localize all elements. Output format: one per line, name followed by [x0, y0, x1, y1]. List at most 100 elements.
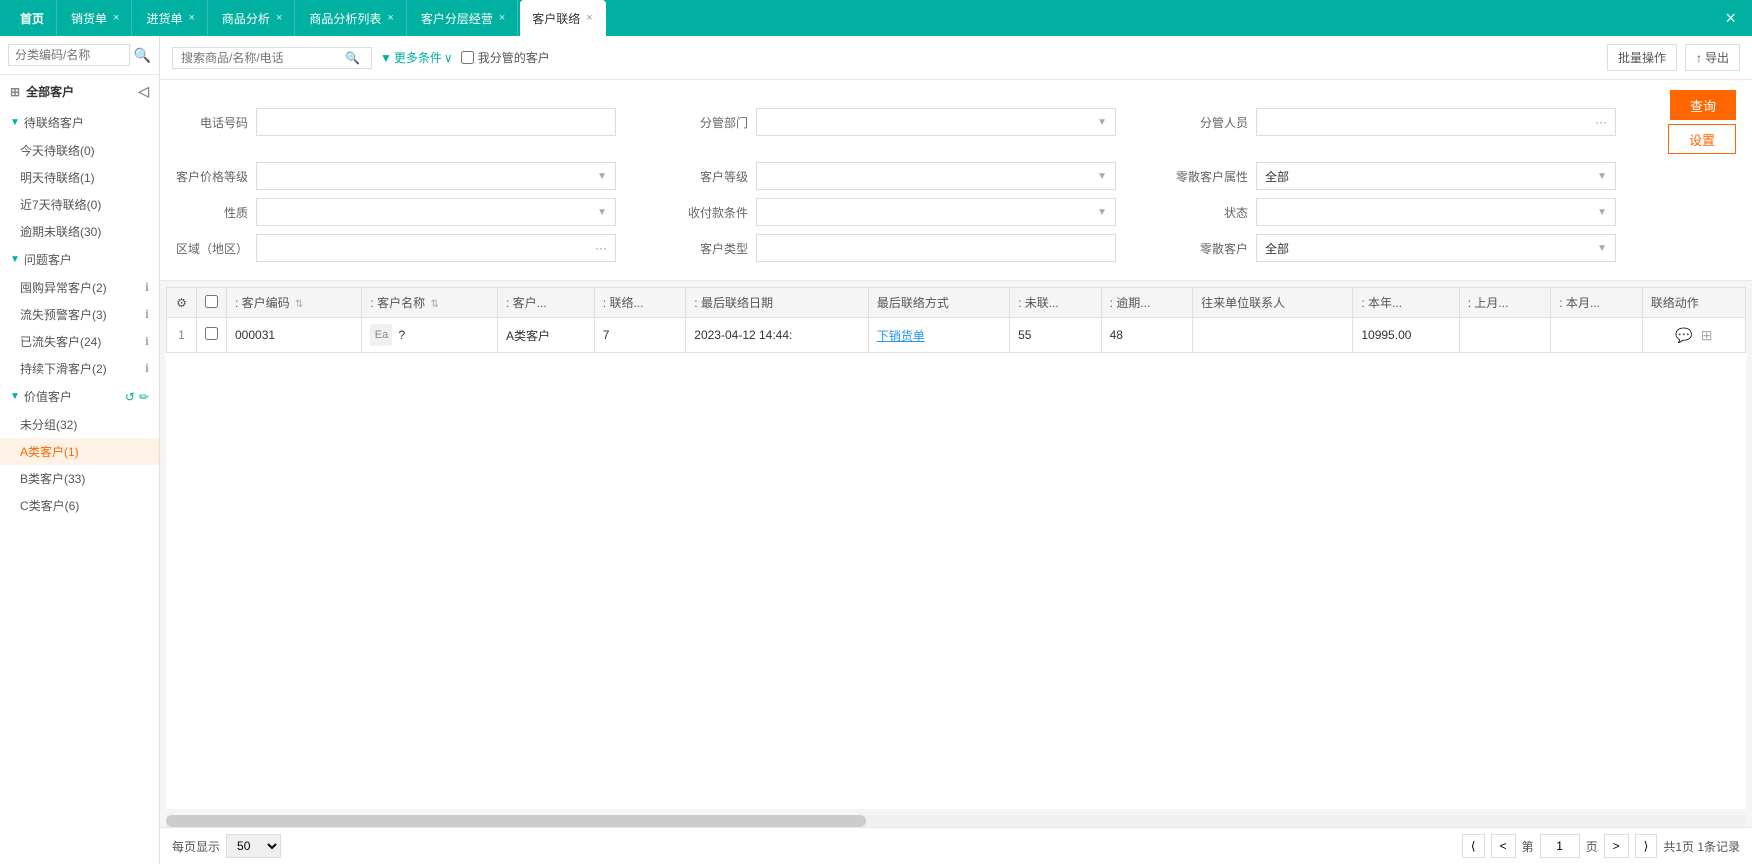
section-problem-label: 问题客户 [24, 251, 72, 268]
my-customers-checkbox[interactable] [461, 51, 474, 64]
tab-purchase-order-close[interactable]: × [188, 12, 194, 24]
filter-customer-type-input[interactable] [756, 234, 1116, 262]
sidebar-item-abnormal[interactable]: 囤购异常客户(2) ℹ [0, 274, 159, 301]
tab-home[interactable]: 首页 [8, 0, 57, 36]
col-last-date[interactable]: : 最后联络日期 [686, 288, 869, 318]
tab-customer-contact[interactable]: 客户联络 × [520, 0, 605, 36]
page-size-select[interactable]: 50 20 100 200 [226, 834, 281, 858]
col-this-month[interactable]: : 本月... [1551, 288, 1643, 318]
query-button[interactable]: 查询 [1670, 90, 1736, 120]
row-checkbox[interactable] [205, 327, 218, 340]
sidebar-item-7days[interactable]: 近7天待联络(0) [0, 191, 159, 218]
tab-product-analysis[interactable]: 商品分析 × [210, 0, 295, 36]
col-uncontacted[interactable]: : 未联... [1010, 288, 1102, 318]
filter-dept-select[interactable]: ▼ [756, 108, 1116, 136]
filter-customer-level-select[interactable]: ▼ [756, 162, 1116, 190]
sidebar-item-churned[interactable]: 已流失客户(24) ℹ [0, 328, 159, 355]
col-this-year[interactable]: : 本年... [1353, 288, 1459, 318]
row-name: Ea ? [362, 318, 497, 353]
col-checkbox [197, 288, 227, 318]
more-conditions-btn[interactable]: ▼ 更多条件 ∨ [380, 49, 453, 66]
filter-phone-input[interactable] [256, 108, 616, 136]
filter-search-input[interactable] [181, 51, 341, 65]
sidebar-search-icon[interactable]: 🔍 [134, 47, 151, 64]
col-name[interactable]: : 客户名称 ⇅ [362, 288, 497, 318]
filter-person-dots[interactable]: ··· [1595, 115, 1607, 129]
sidebar-item-class-c-label: C类客户(6) [20, 497, 149, 514]
col-last-method[interactable]: 最后联络方式 [868, 288, 1009, 318]
next-page-button[interactable]: > [1604, 834, 1629, 858]
tab-customer-stratification-close[interactable]: × [499, 12, 505, 24]
message-action-icon[interactable]: 💬 [1675, 327, 1692, 344]
select-all-checkbox[interactable] [205, 295, 218, 308]
section-problem-customers[interactable]: ▼ 问题客户 [0, 245, 159, 274]
filter-status-select[interactable]: ▼ [1256, 198, 1616, 226]
close-all-button[interactable]: × [1717, 8, 1744, 29]
section-value-customers[interactable]: ▼ 价值客户 ↺ ✏ [0, 382, 159, 411]
filter-field-region: 区域（地区） ··· [176, 234, 616, 262]
tab-purchase-order[interactable]: 进货单 × [134, 0, 207, 36]
filter-person-select[interactable]: ··· [1256, 108, 1616, 136]
sidebar-item-churn-warning[interactable]: 流失预警客户(3) ℹ [0, 301, 159, 328]
tab-customer-contact-close[interactable]: × [586, 12, 592, 24]
filter-retail-select[interactable]: 全部 ▼ [1256, 234, 1616, 262]
filter-region-select[interactable]: ··· [256, 234, 616, 262]
top-navigation: 首页 销货单 × 进货单 × 商品分析 × 商品分析列表 × 客户分层经营 × … [0, 0, 1752, 36]
sidebar-item-class-a[interactable]: A类客户(1) [0, 438, 159, 465]
tab-sales-order-close[interactable]: × [113, 12, 119, 24]
sidebar-item-overdue[interactable]: 逾期未联络(30) [0, 218, 159, 245]
sidebar-all-customers[interactable]: ⊞ 全部客户 ◁ [0, 75, 159, 108]
row-this-year: 10995.00 [1353, 318, 1459, 353]
last-page-button[interactable]: ⟩ [1635, 834, 1658, 858]
tab-product-analysis-list[interactable]: 商品分析列表 × [297, 0, 406, 36]
section-triangle-icon: ▼ [10, 117, 20, 128]
refresh-icon[interactable]: ↺ [125, 390, 135, 404]
sidebar-item-declining[interactable]: 持续下滑客户(2) ℹ [0, 355, 159, 382]
sidebar-search-input[interactable] [8, 44, 130, 66]
col-code[interactable]: : 客户编码 ⇅ [227, 288, 362, 318]
first-page-button[interactable]: ⟨ [1462, 834, 1485, 858]
filter-retail-label: 零散客户 [1176, 240, 1256, 257]
col-overdue[interactable]: : 逾期... [1101, 288, 1193, 318]
export-button[interactable]: ↑ 导出 [1685, 44, 1740, 71]
filter-price-level-select[interactable]: ▼ [256, 162, 616, 190]
filter-search-icon[interactable]: 🔍 [345, 51, 360, 65]
filter-retail-attr-label: 零散客户属性 [1176, 168, 1256, 185]
col-contact[interactable]: : 联络... [594, 288, 686, 318]
sidebar-item-tomorrow[interactable]: 明天待联络(1) [0, 164, 159, 191]
filter-region-dots[interactable]: ··· [595, 241, 607, 255]
batch-op-button[interactable]: 批量操作 [1607, 44, 1677, 71]
col-contact-person[interactable]: 往来单位联系人 [1193, 288, 1353, 318]
col-type[interactable]: : 客户... [497, 288, 594, 318]
row-checkbox-cell [197, 318, 227, 353]
tab-product-analysis-close[interactable]: × [276, 12, 282, 24]
filter-status-label: 状态 [1176, 204, 1256, 221]
grid-action-icon[interactable]: ⊞ [1701, 327, 1713, 344]
section-pending-contact[interactable]: ▼ 待联络客户 [0, 108, 159, 137]
info-icon-2: ℹ [145, 308, 149, 321]
filter-nature-select[interactable]: ▼ [256, 198, 616, 226]
filter-customer-level-arrow: ▼ [1097, 171, 1107, 182]
tab-customer-stratification[interactable]: 客户分层经营 × [409, 0, 518, 36]
page-number-input[interactable] [1540, 834, 1580, 858]
sidebar-item-class-b[interactable]: B类客户(33) [0, 465, 159, 492]
scroll-thumb[interactable] [166, 815, 866, 827]
col-settings[interactable]: ⚙ [167, 288, 197, 318]
row-last-method-link[interactable]: 下销货单 [877, 329, 925, 343]
sidebar-item-ungrouped[interactable]: 未分组(32) [0, 411, 159, 438]
col-uncontacted-sep: : [1018, 296, 1021, 310]
filter-bar: 🔍 ▼ 更多条件 ∨ 我分管的客户 批量操作 ↑ 导出 [160, 36, 1752, 80]
filter-field-status: 状态 ▼ [1176, 198, 1616, 226]
filter-retail-attr-select[interactable]: 全部 ▼ [1256, 162, 1616, 190]
edit-icon[interactable]: ✏ [139, 390, 149, 404]
sidebar-item-today[interactable]: 今天待联络(0) [0, 137, 159, 164]
sidebar-item-class-c[interactable]: C类客户(6) [0, 492, 159, 519]
setting-button[interactable]: 设置 [1668, 124, 1736, 154]
filter-payment-select[interactable]: ▼ [756, 198, 1116, 226]
prev-page-button[interactable]: < [1491, 834, 1516, 858]
col-last-month[interactable]: : 上月... [1459, 288, 1551, 318]
horizontal-scrollbar[interactable] [166, 815, 1746, 827]
tab-product-analysis-list-close[interactable]: × [387, 12, 393, 24]
tab-sales-order[interactable]: 销货单 × [59, 0, 132, 36]
sidebar-collapse-icon[interactable]: ◁ [138, 83, 149, 100]
